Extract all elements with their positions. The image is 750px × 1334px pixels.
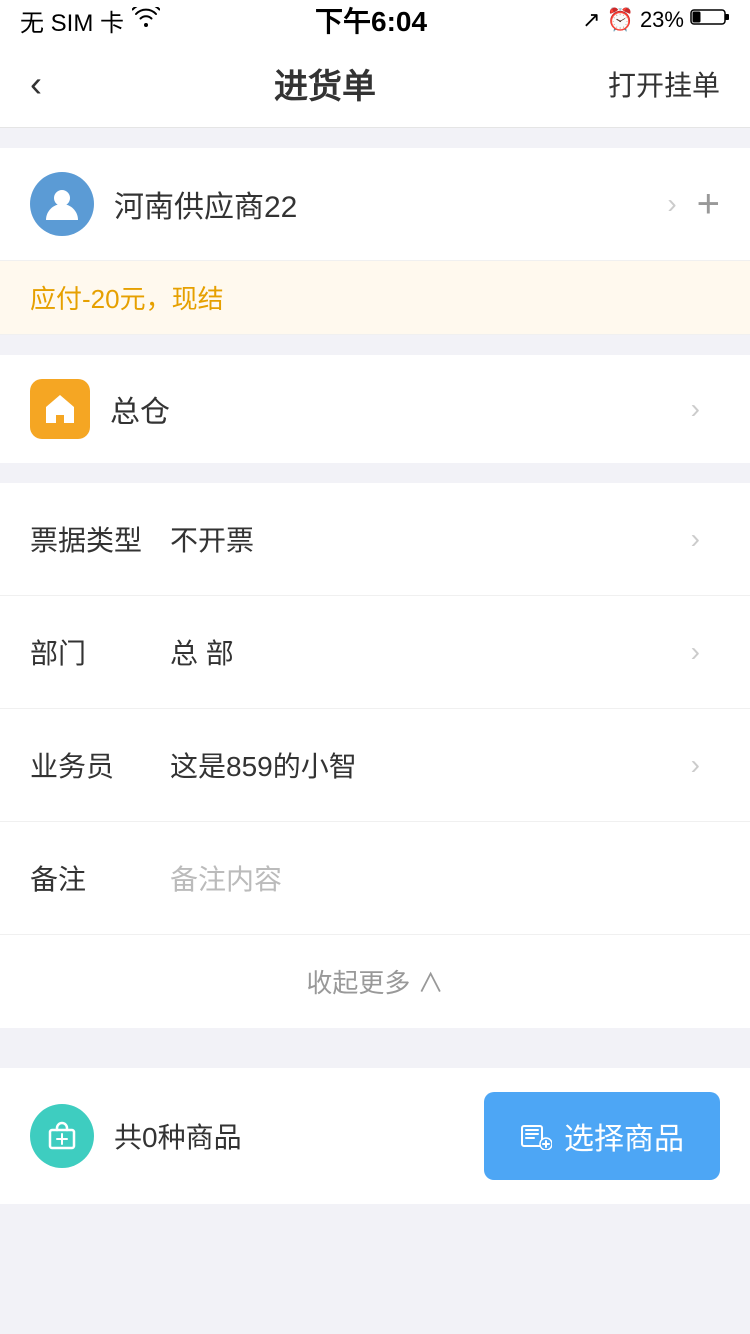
battery-icon bbox=[690, 7, 730, 33]
page-title: 进货单 bbox=[274, 59, 376, 108]
battery-text: 23% bbox=[640, 7, 684, 33]
supplier-section: 河南供应商22 › + 应付-20元，现结 bbox=[0, 148, 750, 335]
section-gap-4 bbox=[0, 1028, 750, 1048]
supplier-name: 河南供应商22 bbox=[114, 182, 667, 226]
remark-label: 备注 bbox=[30, 858, 170, 898]
product-icon bbox=[30, 1104, 94, 1168]
department-value: 总 部 bbox=[170, 632, 691, 672]
warehouse-chevron-icon: › bbox=[691, 393, 700, 425]
invoice-type-label: 票据类型 bbox=[30, 519, 170, 559]
remark-row[interactable]: 备注 备注内容 bbox=[0, 821, 750, 934]
status-left: 无 SIM 卡 bbox=[20, 3, 160, 38]
salesperson-label: 业务员 bbox=[30, 745, 170, 785]
product-count: 共0种商品 bbox=[114, 1116, 464, 1156]
bottom-bar: 共0种商品 选择商品 bbox=[0, 1068, 750, 1204]
invoice-chevron-icon: › bbox=[691, 523, 700, 555]
add-button[interactable]: + bbox=[697, 182, 720, 227]
status-right: ↗ ⏰ 23% bbox=[582, 7, 730, 33]
back-button[interactable]: ‹ bbox=[30, 63, 42, 105]
supplier-avatar bbox=[30, 172, 94, 236]
department-label: 部门 bbox=[30, 632, 170, 672]
section-gap-2 bbox=[0, 335, 750, 355]
salesperson-value: 这是859的小智 bbox=[170, 745, 691, 785]
salesperson-row[interactable]: 业务员 这是859的小智 › bbox=[0, 708, 750, 821]
alarm-icon: ⏰ bbox=[607, 7, 634, 33]
location-icon: ↗ bbox=[582, 7, 600, 33]
collapse-row[interactable]: 收起更多 ∧ bbox=[0, 934, 750, 1028]
section-gap-3 bbox=[0, 463, 750, 483]
form-section: 票据类型 不开票 › 部门 总 部 › 业务员 这是859的小智 › 备注 备注… bbox=[0, 483, 750, 1028]
department-row[interactable]: 部门 总 部 › bbox=[0, 595, 750, 708]
salesperson-chevron-icon: › bbox=[691, 749, 700, 781]
select-product-label: 选择商品 bbox=[564, 1114, 684, 1158]
supplier-row[interactable]: 河南供应商22 › + bbox=[0, 148, 750, 261]
warehouse-row[interactable]: 总仓 › bbox=[0, 355, 750, 463]
open-pending-button[interactable]: 打开挂单 bbox=[608, 64, 720, 104]
supplier-notice: 应付-20元，现结 bbox=[0, 261, 750, 335]
status-bar: 无 SIM 卡 下午6:04 ↗ ⏰ 23% bbox=[0, 0, 750, 40]
department-chevron-icon: › bbox=[691, 636, 700, 668]
remark-placeholder[interactable]: 备注内容 bbox=[170, 858, 720, 898]
nav-bar: ‹ 进货单 打开挂单 bbox=[0, 40, 750, 128]
warehouse-label: 总仓 bbox=[110, 387, 691, 431]
warehouse-section: 总仓 › bbox=[0, 355, 750, 463]
invoice-type-value: 不开票 bbox=[170, 519, 691, 559]
carrier-text: 无 SIM 卡 bbox=[20, 3, 124, 38]
supplier-chevron-icon: › bbox=[667, 188, 676, 220]
wifi-icon bbox=[132, 6, 160, 34]
status-time: 下午6:04 bbox=[315, 0, 427, 40]
collapse-label: 收起更多 ∧ bbox=[306, 963, 443, 1000]
warehouse-icon bbox=[30, 379, 90, 439]
section-gap-1 bbox=[0, 128, 750, 148]
select-product-button[interactable]: 选择商品 bbox=[484, 1092, 720, 1180]
invoice-type-row[interactable]: 票据类型 不开票 › bbox=[0, 483, 750, 595]
